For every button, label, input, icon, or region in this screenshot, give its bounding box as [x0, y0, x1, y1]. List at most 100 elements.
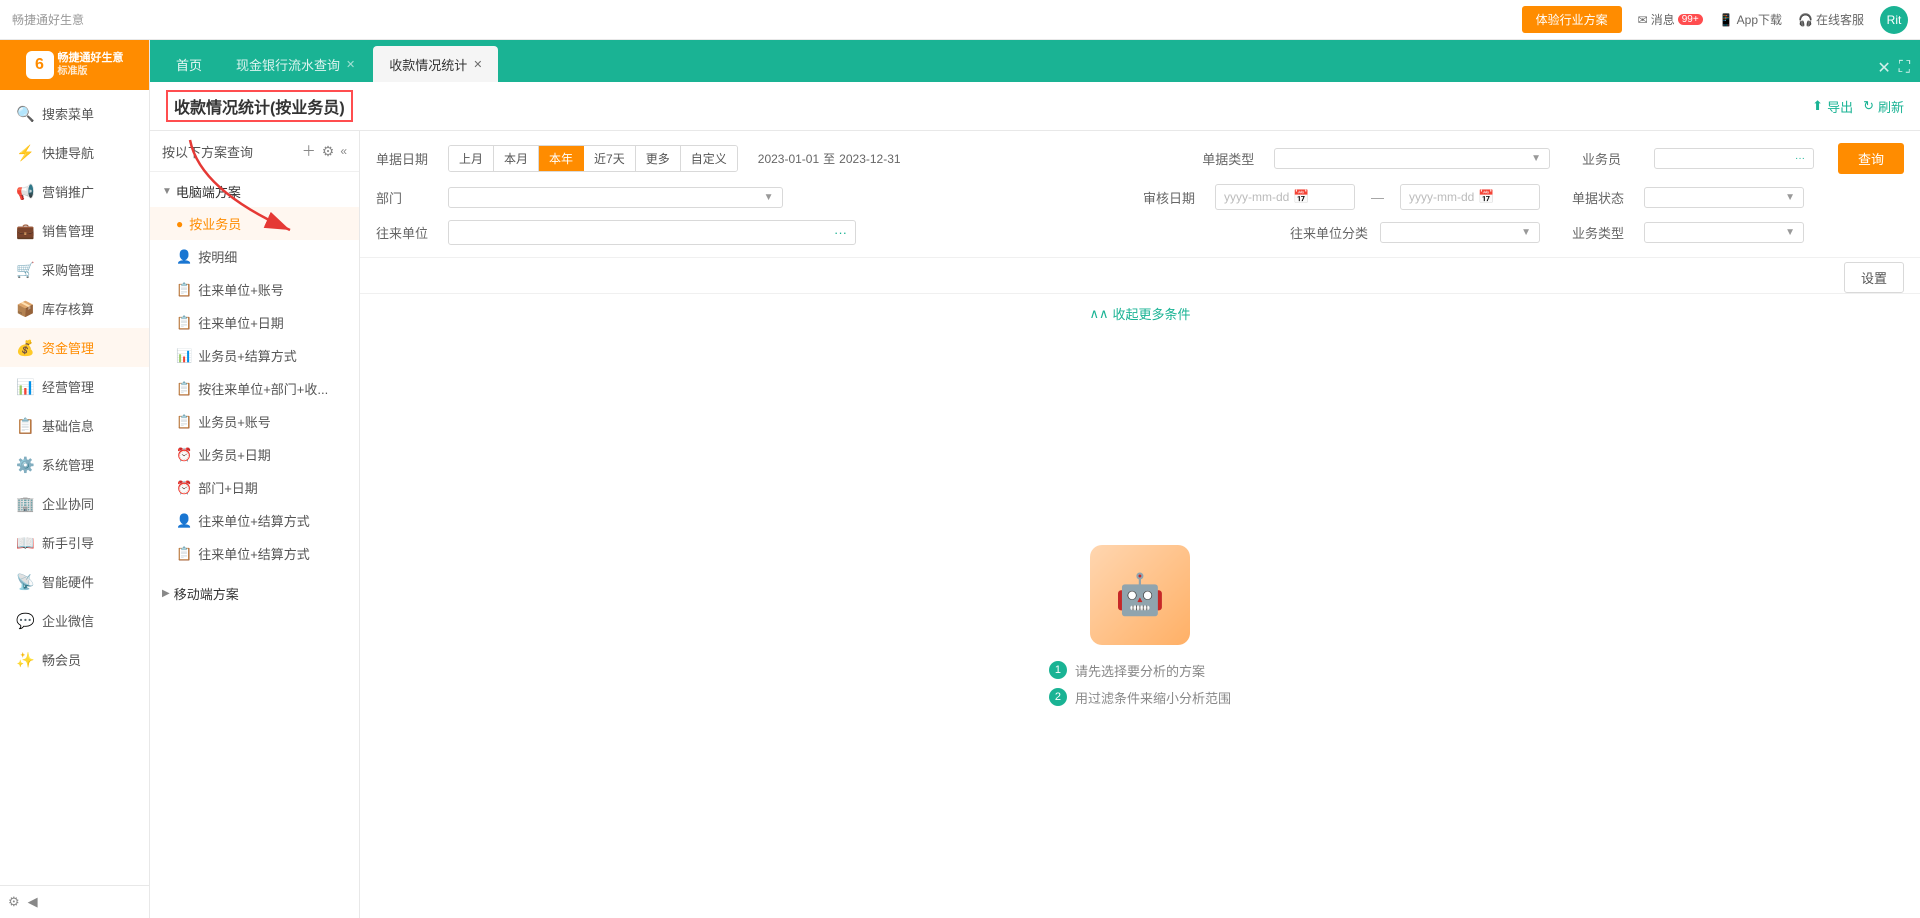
sidebar-item-basic-info[interactable]: 📋 基础信息 — [0, 406, 149, 445]
query-area: 单据日期 上月 本月 本年 近7天 更多 自定义 2023-01-01 — [360, 131, 1920, 918]
sidebar-item-inventory[interactable]: 📦 库存核算 — [0, 289, 149, 328]
sidebar-settings-icon[interactable]: ⚙ — [8, 894, 20, 910]
message-badge: 99+ — [1678, 14, 1703, 25]
sidebar-item-smart-hardware[interactable]: 📡 智能硬件 — [0, 562, 149, 601]
tab-collection-stats-close[interactable]: ✕ — [473, 58, 482, 71]
scheme-item-partner-date[interactable]: 📋 往来单位+日期 — [150, 306, 359, 339]
scheme-group-mobile-title[interactable]: ▶ 移动端方案 — [150, 578, 359, 609]
date-tab-custom[interactable]: 自定义 — [681, 146, 737, 171]
refresh-icon: ↻ — [1863, 98, 1874, 114]
finance-icon: 💰 — [16, 339, 34, 357]
tab-collection-stats[interactable]: 收款情况统计 ✕ — [373, 46, 498, 82]
salesperson-dropdown[interactable]: ··· — [1654, 148, 1814, 169]
export-btn[interactable]: ⬆ 导出 — [1812, 97, 1853, 116]
vip-label: 畅会员 — [42, 650, 81, 669]
sidebar-item-vip[interactable]: ✨ 畅会员 — [0, 640, 149, 679]
quick-nav-icon: ⚡ — [16, 144, 34, 162]
tab-close-all-btn[interactable]: ✕ — [1877, 58, 1890, 78]
scheme-item-dept-date[interactable]: ⏰ 部门+日期 — [150, 471, 359, 504]
calendar-icon-to[interactable]: 📅 — [1478, 189, 1494, 205]
review-date-from[interactable]: yyyy-mm-dd 📅 — [1215, 184, 1355, 210]
date-tab-more[interactable]: 更多 — [636, 146, 681, 171]
dept-dropdown[interactable]: ▼ — [448, 187, 783, 208]
partner-dropdown[interactable]: ··· — [448, 220, 856, 245]
partner-category-dropdown[interactable]: ▼ — [1380, 222, 1540, 243]
finance-label: 资金管理 — [42, 338, 94, 357]
scheme-item-salesperson-date[interactable]: ⏰ 业务员+日期 — [150, 438, 359, 471]
date-tab-last-7[interactable]: 近7天 — [584, 146, 636, 171]
tab-maximize-btn[interactable]: ⛶ — [1899, 59, 1910, 77]
doc-status-dropdown[interactable]: ▼ — [1644, 187, 1804, 208]
sidebar-item-operations[interactable]: 📊 经营管理 — [0, 367, 149, 406]
marketing-label: 营销推广 — [42, 182, 94, 201]
collapse-bar[interactable]: ∧∧ 收起更多条件 — [360, 293, 1920, 333]
sidebar-item-guide[interactable]: 📖 新手引导 — [0, 523, 149, 562]
sidebar-item-sales[interactable]: 💼 销售管理 — [0, 211, 149, 250]
user-avatar[interactable]: Rit — [1880, 6, 1908, 34]
marketing-icon: 📢 — [16, 183, 34, 201]
sidebar-item-marketing[interactable]: 📢 营销推广 — [0, 172, 149, 211]
partner-category-label: 往来单位分类 — [1290, 223, 1368, 242]
scheme-item-by-salesperson-icon: ● — [176, 217, 183, 231]
scheme-item-by-salesperson[interactable]: ● 按业务员 — [150, 207, 359, 240]
date-tab-this-month[interactable]: 本月 — [494, 146, 539, 171]
calendar-icon-from[interactable]: 📅 — [1293, 189, 1309, 205]
sidebar-item-finance[interactable]: 💰 资金管理 — [0, 328, 149, 367]
scheme-item-partner-settle2[interactable]: 📋 往来单位+结算方式 — [150, 537, 359, 570]
scheme-item-salesperson-settle-icon: 📊 — [176, 348, 192, 364]
biz-type-dropdown[interactable]: ▼ — [1644, 222, 1804, 243]
scheme-item-salesperson-account[interactable]: 📋 业务员+账号 — [150, 405, 359, 438]
scheme-item-partner-account[interactable]: 📋 往来单位+账号 — [150, 273, 359, 306]
tab-home[interactable]: 首页 — [160, 46, 218, 82]
empty-area: 🤖 1 请先选择要分析的方案 2 用过滤条件来缩小分析范围 — [360, 333, 1920, 918]
sidebar-collapse-icon[interactable]: ◀ — [28, 894, 38, 910]
scheme-item-partner-dept-col[interactable]: 📋 按往来单位+部门+收... — [150, 372, 359, 405]
scheme-group-desktop-title[interactable]: ▼ 电脑端方案 — [150, 176, 359, 207]
refresh-btn[interactable]: ↻ 刷新 — [1863, 97, 1904, 116]
step-2-num: 2 — [1049, 688, 1067, 706]
scheme-item-partner-settle2-label: 往来单位+结算方式 — [198, 544, 310, 563]
tab-home-label: 首页 — [176, 55, 202, 74]
scheme-item-by-detail[interactable]: 👤 按明细 — [150, 240, 359, 273]
sidebar: 6 畅捷通好生意 标准版 🔍 搜索菜单 ⚡ 快捷导航 📢 营销推广 💼 销售管理 — [0, 40, 150, 918]
biz-type-label: 业务类型 — [1572, 223, 1632, 242]
biz-type-arrow: ▼ — [1785, 227, 1795, 238]
scheme-item-partner-settle1[interactable]: 👤 往来单位+结算方式 — [150, 504, 359, 537]
sidebar-item-search-menu[interactable]: 🔍 搜索菜单 — [0, 94, 149, 133]
date-range: 2023-01-01 至 2023-12-31 — [758, 150, 901, 167]
page-header-actions: ⬆ 导出 ↻ 刷新 — [1812, 97, 1904, 116]
query-btn[interactable]: 查询 — [1838, 143, 1904, 174]
salesperson-more[interactable]: ··· — [1795, 153, 1805, 164]
scheme-collapse-icon[interactable]: « — [340, 144, 347, 158]
salesperson-label: 业务员 — [1582, 149, 1642, 168]
tab-bank-flow[interactable]: 现金银行流水查询 ✕ — [220, 46, 371, 82]
page-content: 收款情况统计(按业务员) ⬆ 导出 ↻ 刷新 按以下 — [150, 82, 1920, 918]
scheme-item-partner-account-label: 往来单位+账号 — [198, 280, 284, 299]
scheme-item-salesperson-settle[interactable]: 📊 业务员+结算方式 — [150, 339, 359, 372]
empty-step-1: 1 请先选择要分析的方案 — [1049, 661, 1231, 680]
empty-steps: 1 请先选择要分析的方案 2 用过滤条件来缩小分析范围 — [1049, 661, 1231, 707]
settings-btn[interactable]: 设置 — [1844, 262, 1904, 293]
scheme-add-icon[interactable]: ＋ — [302, 141, 316, 161]
message-btn[interactable]: ✉ 消息 99+ — [1638, 11, 1703, 28]
sidebar-item-enterprise[interactable]: 🏢 企业协同 — [0, 484, 149, 523]
wechat-icon: 💬 — [16, 612, 34, 630]
empty-illustration: 🤖 — [1090, 545, 1190, 645]
app-download-btn[interactable]: 📱 App下载 — [1719, 11, 1782, 28]
doc-type-dropdown[interactable]: ▼ — [1274, 148, 1550, 169]
sidebar-item-wechat[interactable]: 💬 企业微信 — [0, 601, 149, 640]
date-tab-last-month[interactable]: 上月 — [449, 146, 494, 171]
tab-bar: 首页 现金银行流水查询 ✕ 收款情况统计 ✕ ✕ ⛶ — [150, 40, 1920, 82]
sidebar-item-system[interactable]: ⚙️ 系统管理 — [0, 445, 149, 484]
scheme-item-dept-date-icon: ⏰ — [176, 480, 192, 496]
trial-btn[interactable]: 体验行业方案 — [1522, 6, 1622, 33]
partner-more-icon[interactable]: ··· — [834, 225, 847, 240]
scheme-settings-icon[interactable]: ⚙ — [322, 143, 335, 160]
review-date-to[interactable]: yyyy-mm-dd 📅 — [1400, 184, 1540, 210]
quick-nav-label: 快捷导航 — [42, 143, 94, 162]
tab-bank-flow-close[interactable]: ✕ — [346, 58, 355, 71]
sidebar-item-purchase[interactable]: 🛒 采购管理 — [0, 250, 149, 289]
sidebar-item-quick-nav[interactable]: ⚡ 快捷导航 — [0, 133, 149, 172]
online-service-btn[interactable]: 🎧 在线客服 — [1798, 11, 1864, 28]
date-tab-this-year[interactable]: 本年 — [539, 146, 584, 171]
